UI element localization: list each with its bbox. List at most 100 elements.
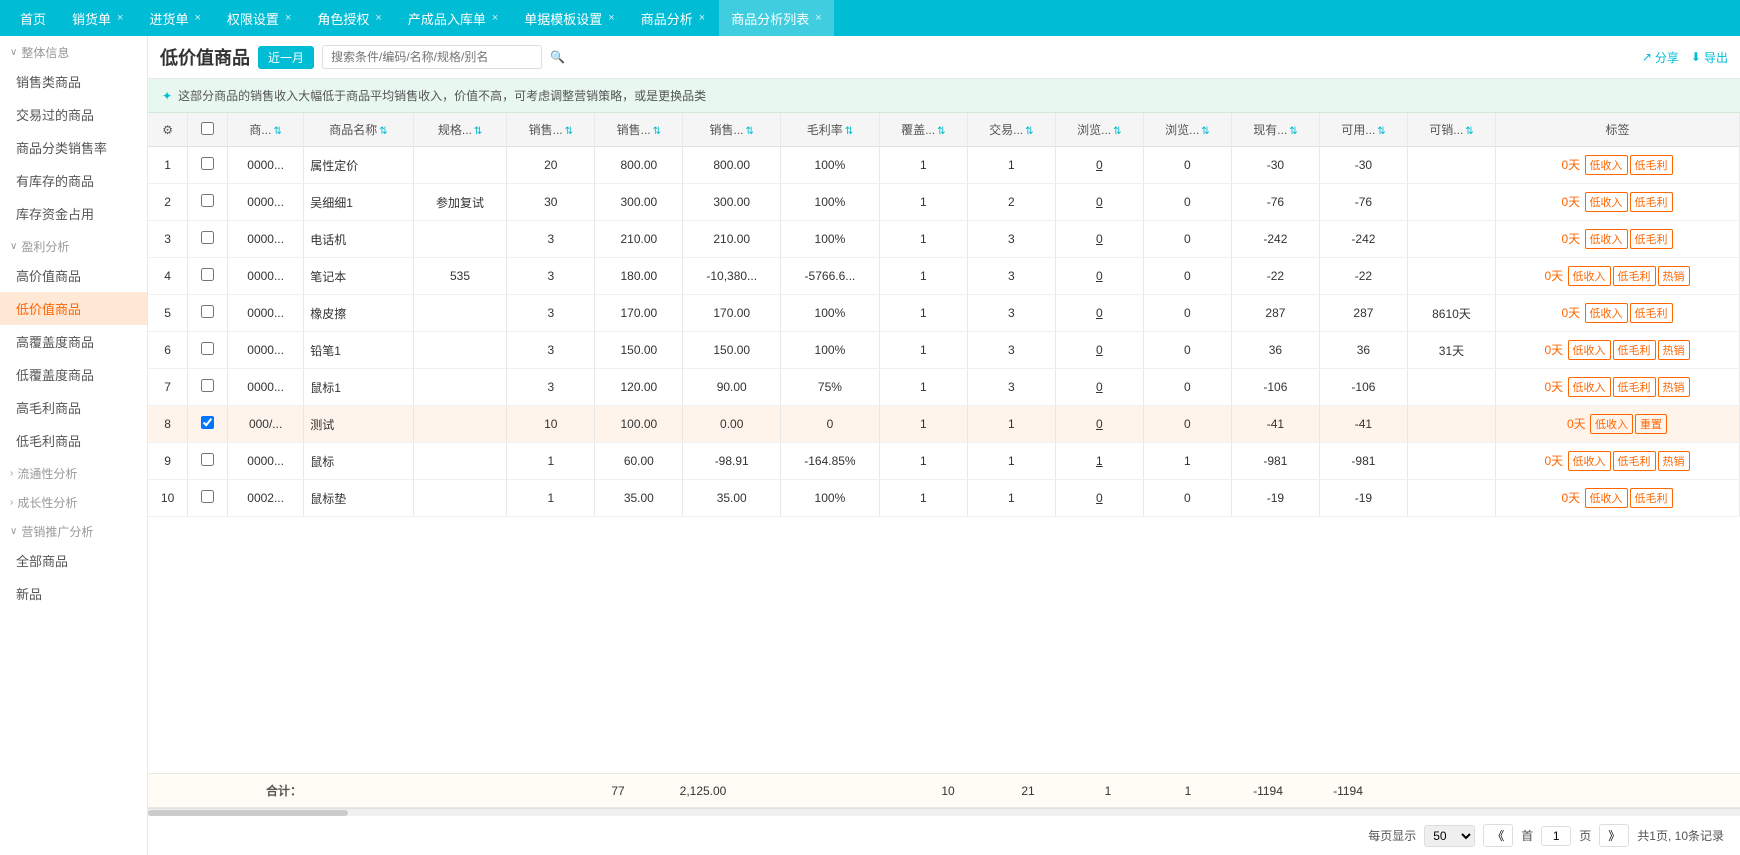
sidebar-item-stock-products[interactable]: 有库存的商品 (0, 164, 147, 197)
cell-saleable (1407, 406, 1495, 443)
sidebar-item-stock-capital[interactable]: 库存资金占用 (0, 197, 147, 230)
horizontal-scrollbar[interactable] (148, 808, 1740, 816)
col-checkbox[interactable] (188, 113, 228, 147)
cell-browse1[interactable]: 0 (1055, 258, 1143, 295)
sidebar-item-new-products[interactable]: 新品 (0, 577, 147, 610)
last-page-button[interactable]: 》 (1599, 824, 1629, 847)
row-checkbox[interactable] (201, 231, 214, 244)
cell-current: 287 (1231, 295, 1319, 332)
cell-browse1[interactable]: 0 (1055, 480, 1143, 517)
export-button[interactable]: ⬇ 导出 (1691, 49, 1728, 66)
col-coverage[interactable]: 覆盖...⇅ (879, 113, 967, 147)
close-icon[interactable]: × (117, 12, 123, 24)
sidebar-group-overall[interactable]: ∨ 整体信息 (0, 36, 147, 65)
col-sale1[interactable]: 销售...⇅ (507, 113, 595, 147)
days-badge: 0天 (1561, 158, 1580, 172)
close-icon[interactable]: × (375, 12, 381, 24)
row-checkbox[interactable] (201, 157, 214, 170)
first-page-button[interactable]: 《 (1483, 824, 1513, 847)
row-checkbox[interactable] (201, 490, 214, 503)
row-checkbox[interactable] (201, 305, 214, 318)
search-icon[interactable]: 🔍 (550, 50, 565, 64)
close-icon[interactable]: × (699, 12, 705, 24)
cell-browse1[interactable]: 0 (1055, 147, 1143, 184)
data-table-container[interactable]: ⚙ 商...⇅ 商品名称⇅ 规格...⇅ 销售...⇅ 销售...⇅ 销售...… (148, 113, 1740, 773)
nav-home[interactable]: 首页 (8, 0, 58, 36)
cell-browse1[interactable]: 1 (1055, 443, 1143, 480)
col-code[interactable]: 商...⇅ (228, 113, 304, 147)
cell-checkbox[interactable] (188, 406, 228, 443)
col-gross-margin[interactable]: 毛利率⇅ (781, 113, 880, 147)
nav-sales-order[interactable]: 销货单× (60, 0, 135, 36)
cell-coverage: 1 (879, 221, 967, 258)
cell-checkbox[interactable] (188, 369, 228, 406)
sidebar-group-growth[interactable]: › 成长性分析 (0, 486, 147, 515)
close-icon[interactable]: × (492, 12, 498, 24)
close-icon[interactable]: × (194, 12, 200, 24)
sidebar-item-high-coverage[interactable]: 高覆盖度商品 (0, 325, 147, 358)
sidebar-item-traded-products[interactable]: 交易过的商品 (0, 98, 147, 131)
cell-browse1[interactable]: 0 (1055, 295, 1143, 332)
cell-tags: 0天 低收入低毛利 (1495, 184, 1739, 221)
cell-checkbox[interactable] (188, 332, 228, 369)
search-input[interactable] (322, 45, 542, 69)
col-name[interactable]: 商品名称⇅ (304, 113, 414, 147)
sidebar-item-high-value[interactable]: 高价值商品 (0, 259, 147, 292)
cell-browse1[interactable]: 0 (1055, 369, 1143, 406)
sidebar-item-low-coverage[interactable]: 低覆盖度商品 (0, 358, 147, 391)
close-icon[interactable]: × (815, 12, 821, 24)
col-spec[interactable]: 规格...⇅ (413, 113, 507, 147)
close-icon[interactable]: × (608, 12, 614, 24)
cell-browse1[interactable]: 0 (1055, 184, 1143, 221)
sidebar-item-low-margin[interactable]: 低毛利商品 (0, 424, 147, 457)
cell-checkbox[interactable] (188, 147, 228, 184)
nav-role-auth[interactable]: 角色授权× (305, 0, 393, 36)
cell-checkbox[interactable] (188, 184, 228, 221)
time-filter-button[interactable]: 近一月 (258, 46, 314, 69)
sidebar-item-low-value[interactable]: 低价值商品 (0, 292, 147, 325)
cell-checkbox[interactable] (188, 480, 228, 517)
cell-checkbox[interactable] (188, 258, 228, 295)
row-checkbox[interactable] (201, 268, 214, 281)
close-icon[interactable]: × (285, 12, 291, 24)
nav-product-analysis-list[interactable]: 商品分析列表× (719, 0, 833, 36)
cell-checkbox[interactable] (188, 295, 228, 332)
row-checkbox[interactable] (201, 194, 214, 207)
select-all-checkbox[interactable] (201, 122, 214, 135)
sidebar-item-all-products[interactable]: 全部商品 (0, 544, 147, 577)
col-browse2[interactable]: 浏览...⇅ (1143, 113, 1231, 147)
nav-finished-goods[interactable]: 产成品入库单× (396, 0, 510, 36)
share-button[interactable]: ↗ 分享 (1642, 49, 1679, 66)
row-checkbox[interactable] (201, 416, 214, 429)
sidebar-group-profit[interactable]: ∨ 盈利分析 (0, 230, 147, 259)
cell-browse1[interactable]: 0 (1055, 332, 1143, 369)
sidebar-item-category-sales[interactable]: 商品分类销售率 (0, 131, 147, 164)
col-saleable[interactable]: 可销...⇅ (1407, 113, 1495, 147)
col-transaction[interactable]: 交易...⇅ (967, 113, 1055, 147)
nav-permission[interactable]: 权限设置× (215, 0, 303, 36)
sidebar-group-marketing[interactable]: ∨ 营销推广分析 (0, 515, 147, 544)
cell-browse1[interactable]: 0 (1055, 406, 1143, 443)
col-available[interactable]: 可用...⇅ (1319, 113, 1407, 147)
col-settings[interactable]: ⚙ (148, 113, 188, 147)
nav-purchase-order[interactable]: 进货单× (137, 0, 212, 36)
cell-checkbox[interactable] (188, 221, 228, 258)
cell-checkbox[interactable] (188, 443, 228, 480)
cell-browse1[interactable]: 0 (1055, 221, 1143, 258)
sidebar-item-high-margin[interactable]: 高毛利商品 (0, 391, 147, 424)
col-current[interactable]: 现有...⇅ (1231, 113, 1319, 147)
sidebar-group-circulation[interactable]: › 流通性分析 (0, 457, 147, 486)
row-checkbox[interactable] (201, 453, 214, 466)
nav-template-settings[interactable]: 单据模板设置× (512, 0, 626, 36)
sidebar-item-sales-products[interactable]: 销售类商品 (0, 65, 147, 98)
cell-available: -242 (1319, 221, 1407, 258)
scrollbar-thumb[interactable] (148, 810, 348, 816)
page-size-select[interactable]: 50 100 (1424, 825, 1475, 847)
nav-product-analysis[interactable]: 商品分析× (629, 0, 717, 36)
row-checkbox[interactable] (201, 342, 214, 355)
col-sale3[interactable]: 销售...⇅ (683, 113, 781, 147)
page-input[interactable] (1541, 826, 1571, 846)
col-sale2[interactable]: 销售...⇅ (595, 113, 683, 147)
row-checkbox[interactable] (201, 379, 214, 392)
col-browse1[interactable]: 浏览...⇅ (1055, 113, 1143, 147)
